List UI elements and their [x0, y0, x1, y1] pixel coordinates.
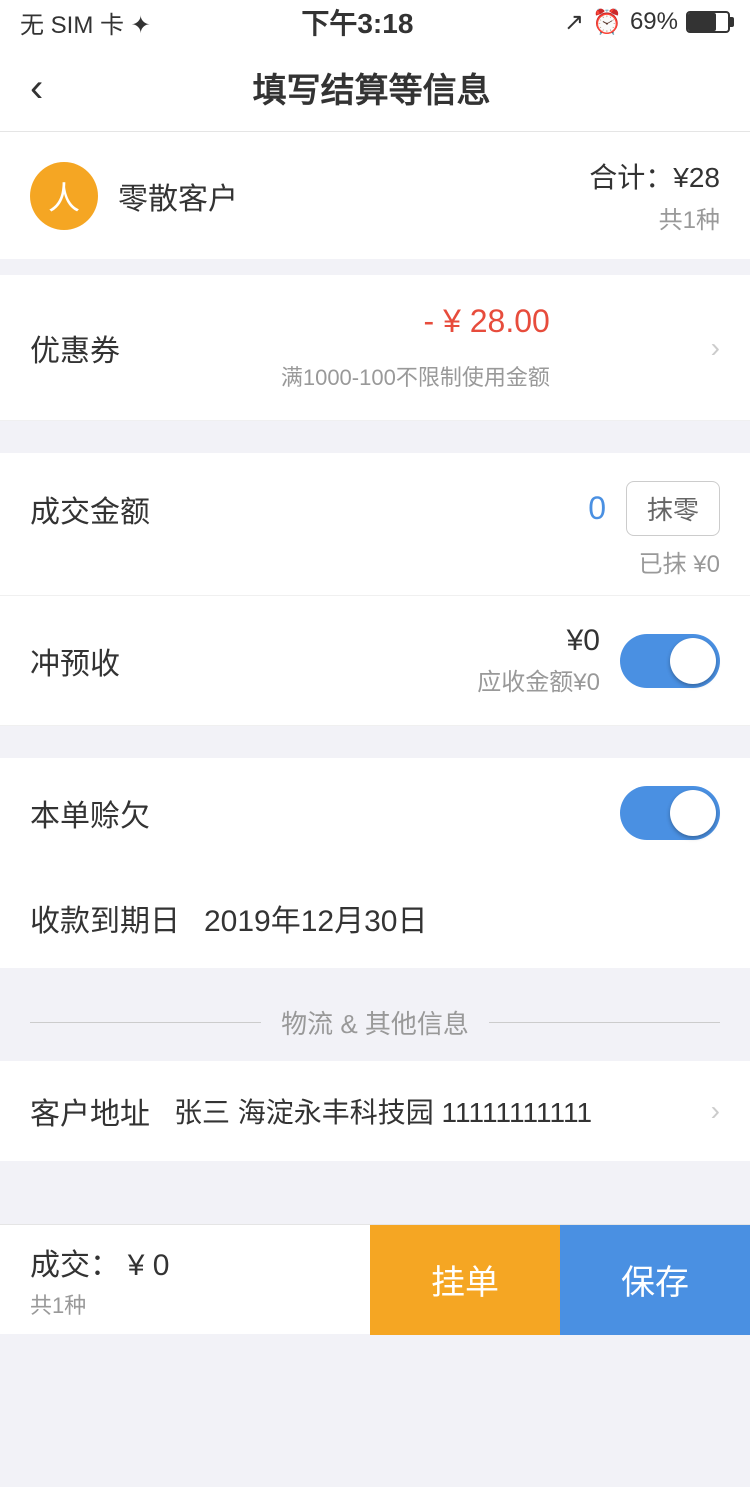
total-amount: 合计：¥28: [589, 156, 720, 196]
bottom-deal-amount: ¥ 0: [128, 1249, 170, 1282]
due-date-value: 2019年12月30日: [204, 896, 427, 940]
save-button[interactable]: 保存: [560, 1225, 750, 1335]
coupon-chevron-icon: ›: [711, 332, 720, 364]
bottom-info: 成交： ¥ 0 共1种: [0, 1240, 370, 1320]
bottom-spacer: [0, 1377, 750, 1487]
bottom-deal-row: 成交： ¥ 0: [30, 1240, 340, 1284]
page-title: 填写结算等信息: [63, 63, 680, 112]
round-button[interactable]: 抹零: [626, 481, 720, 536]
debt-toggle-knob: [670, 790, 716, 836]
nav-bar: ‹ 填写结算等信息: [0, 44, 750, 132]
debt-toggle[interactable]: [620, 786, 720, 840]
back-button[interactable]: ‹: [30, 68, 43, 108]
address-row[interactable]: 客户地址 张三 海淀永丰科技园 11111111111 ›: [0, 1061, 750, 1161]
no-sim-label: 无 SIM 卡 ✦: [20, 5, 151, 40]
address-value: 张三 海淀永丰科技园 11111111111: [174, 1091, 711, 1131]
debt-section: 本单赊欠 收款到期日 2019年12月30日: [0, 758, 750, 968]
deal-section: 成交金额 0 抹零 已抹 ¥0 冲预收 ¥0 应收金额¥0: [0, 453, 750, 726]
customer-row: 人 零散客户 合计：¥28 共1种: [0, 132, 750, 259]
deal-value[interactable]: 0: [546, 490, 606, 527]
coupon-right: - ¥ 28.00 满1000-100不限制使用金额: [281, 303, 550, 392]
debt-row: 本单赊欠: [0, 758, 750, 868]
deal-label: 成交金额: [30, 487, 150, 531]
deal-sub: 已抹 ¥0: [639, 551, 720, 578]
due-date-row[interactable]: 收款到期日 2019年12月30日: [0, 868, 750, 968]
logistics-divider: 物流 & 其他信息: [0, 984, 750, 1061]
divider-line-left: [30, 1022, 261, 1023]
customer-name: 零散客户: [118, 174, 238, 218]
battery-percent: 69%: [630, 8, 678, 36]
status-time: 下午3:18: [301, 2, 413, 42]
hold-button[interactable]: 挂单: [370, 1225, 560, 1335]
coupon-desc: 满1000-100不限制使用金额: [281, 360, 550, 392]
prepay-label: 冲预收: [30, 639, 120, 683]
status-bar: 无 SIM 卡 ✦ 下午3:18 ↗ ⏰ 69%: [0, 0, 750, 44]
battery-icon: [686, 11, 730, 33]
deal-row: 成交金额 0 抹零 已抹 ¥0: [0, 453, 750, 596]
section-divider-1: [0, 437, 750, 453]
prepay-amounts: ¥0 应收金额¥0: [477, 624, 600, 697]
bottom-deal-label: 成交：: [30, 1249, 120, 1282]
debt-label: 本单赊欠: [30, 791, 150, 835]
status-left: 无 SIM 卡 ✦: [20, 5, 151, 40]
prepay-main: ¥0: [477, 624, 600, 658]
divider-line-right: [489, 1022, 720, 1023]
prepay-row: 冲预收 ¥0 应收金额¥0: [0, 596, 750, 726]
section-divider-2: [0, 742, 750, 758]
logistics-label: 物流 & 其他信息: [281, 1004, 469, 1041]
prepay-sub: 应收金额¥0: [477, 662, 600, 697]
prepay-toggle[interactable]: [620, 634, 720, 688]
customer-right: 合计：¥28 共1种: [589, 156, 720, 235]
due-date-label: 收款到期日: [30, 896, 180, 940]
address-section: 客户地址 张三 海淀永丰科技园 11111111111 ›: [0, 1061, 750, 1161]
prepay-toggle-knob: [670, 638, 716, 684]
bottom-count: 共1种: [30, 1288, 340, 1320]
bottom-bar: 成交： ¥ 0 共1种 挂单 保存: [0, 1224, 750, 1334]
coupon-section: 优惠券 - ¥ 28.00 满1000-100不限制使用金额 ›: [0, 275, 750, 421]
coupon-row[interactable]: 优惠券 - ¥ 28.00 满1000-100不限制使用金额 ›: [0, 275, 750, 421]
location-icon: ↗: [564, 8, 584, 37]
customer-section: 人 零散客户 合计：¥28 共1种: [0, 132, 750, 259]
alarm-icon: ⏰: [592, 8, 622, 37]
coupon-label: 优惠券: [30, 326, 120, 370]
customer-left: 人 零散客户: [30, 162, 238, 230]
coupon-amount: - ¥ 28.00: [424, 303, 550, 340]
address-label: 客户地址: [30, 1089, 150, 1133]
avatar: 人: [30, 162, 98, 230]
total-count: 共1种: [589, 200, 720, 235]
status-right: ↗ ⏰ 69%: [564, 8, 730, 37]
address-chevron-icon: ›: [711, 1095, 720, 1127]
